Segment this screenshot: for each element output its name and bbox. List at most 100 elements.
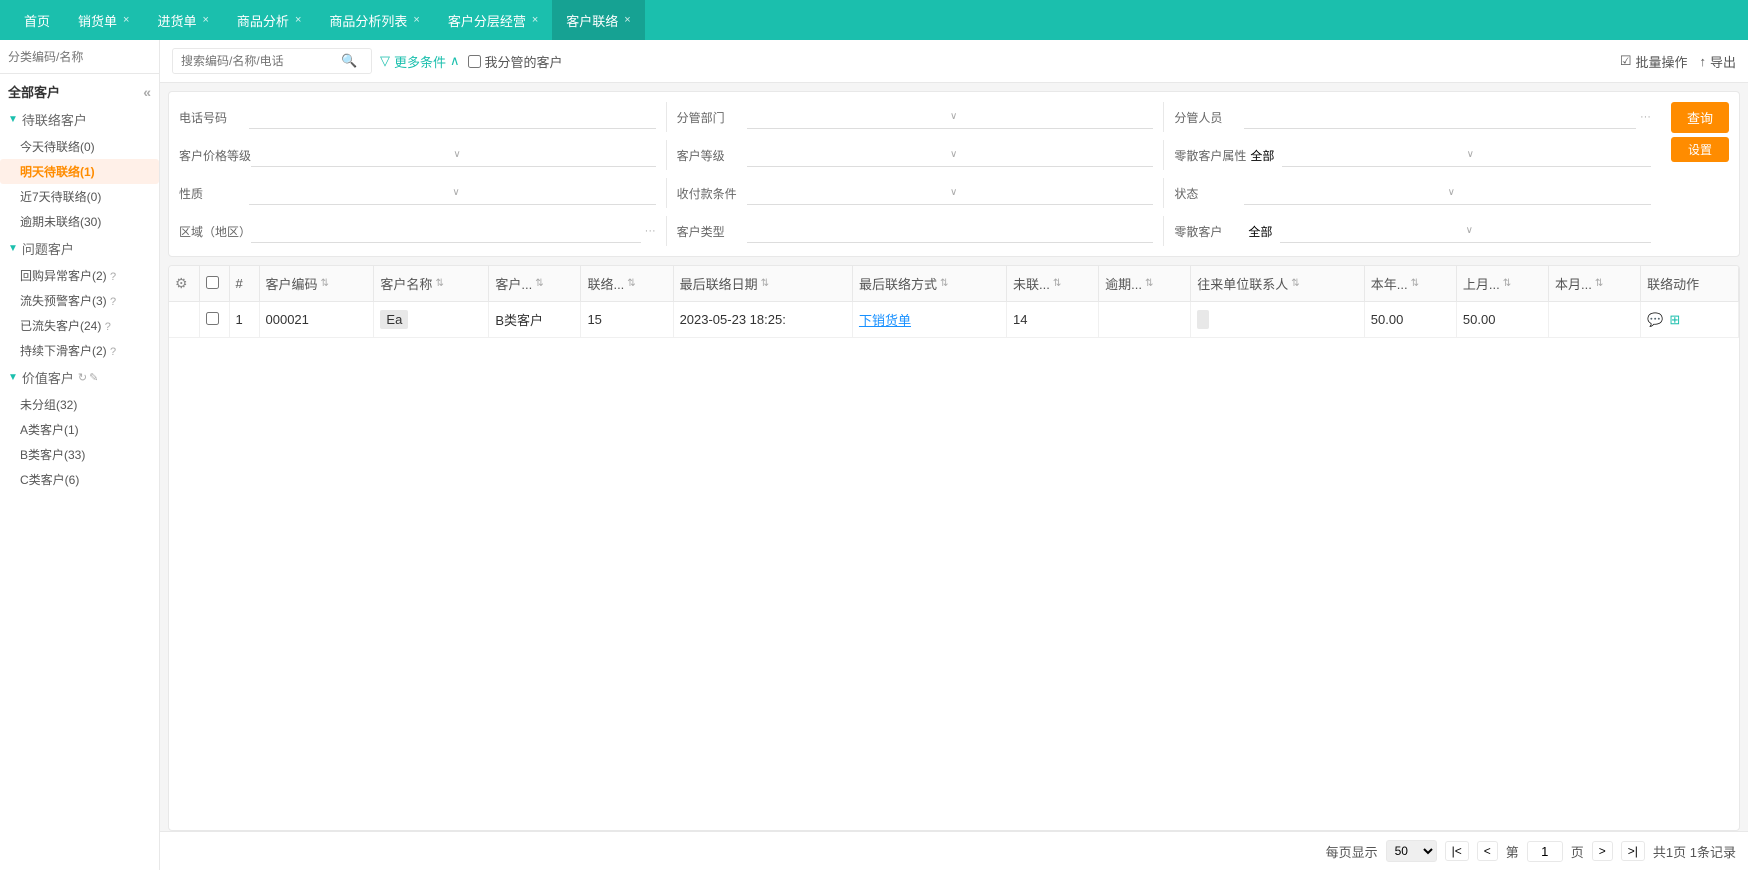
nav-product-analysis-list[interactable]: 商品分析列表 ×	[315, 0, 433, 40]
next-page-btn[interactable]: >	[1592, 841, 1613, 861]
filter-icon: ▽	[380, 53, 390, 69]
search-box[interactable]: 🔍	[172, 48, 372, 74]
edit-icon[interactable]: ✎	[89, 371, 98, 384]
filter-btn[interactable]: ▽ 更多条件 ∧	[380, 52, 460, 71]
nav-purchase-order[interactable]: 进货单 ×	[143, 0, 222, 40]
first-page-btn[interactable]: |<	[1445, 841, 1469, 861]
last-page-btn[interactable]: >|	[1621, 841, 1645, 861]
filter-customer-level-select[interactable]: ∨	[747, 143, 1154, 167]
col-overdue[interactable]: 逾期... ⇅	[1099, 266, 1191, 302]
arrow-icon: ▼	[8, 114, 18, 125]
select-all-checkbox[interactable]	[206, 276, 219, 289]
more-icon[interactable]: ···	[645, 225, 656, 237]
my-customers-checkbox-label[interactable]: 我分管的客户	[468, 52, 563, 71]
chevron-down-icon: ∨	[1466, 225, 1647, 236]
row-last-contact-method[interactable]: 下销货单	[852, 302, 1006, 338]
filter-dept-select[interactable]: ∨	[747, 105, 1154, 129]
col-contact[interactable]: 联络... ⇅	[581, 266, 673, 302]
filter-area-input[interactable]	[251, 219, 641, 243]
sidebar-search-box[interactable]: 🔍	[0, 40, 159, 74]
sidebar-group-problem-customers[interactable]: ▼ 问题客户	[0, 234, 159, 263]
filter-nature-select[interactable]: ∨	[249, 181, 656, 205]
sidebar-group-pending-contact[interactable]: ▼ 待联络客户	[0, 105, 159, 134]
row-select-checkbox[interactable]	[206, 312, 219, 325]
filter-retail-customer: 零散客户 全部 ∨	[1174, 219, 1651, 243]
filter-manager-input[interactable]	[1244, 105, 1636, 129]
sidebar-item-7days-pending[interactable]: 近7天待联络(0)	[0, 184, 159, 209]
sidebar-item-churned[interactable]: 已流失客户(24) ?	[0, 313, 159, 338]
row-action: 💬 ⊞	[1641, 302, 1739, 338]
refresh-icon[interactable]: ↻	[78, 371, 87, 384]
divider	[666, 140, 667, 170]
search-input[interactable]	[181, 54, 341, 68]
sidebar-item-class-c[interactable]: C类客户(6)	[0, 467, 159, 492]
sidebar-search-input[interactable]	[8, 50, 160, 64]
sidebar-item-repurchase-abnormal[interactable]: 回购异常客户(2) ?	[0, 263, 159, 288]
checkbox-icon: ☑	[1620, 53, 1632, 69]
table-container: ⚙ # 客户编码 ⇅ 客户名称 ⇅ 客户... ⇅	[168, 265, 1740, 831]
sidebar-item-today-pending[interactable]: 今天待联络(0)	[0, 134, 159, 159]
my-customers-checkbox[interactable]	[468, 55, 481, 68]
sidebar-item-class-a[interactable]: A类客户(1)	[0, 417, 159, 442]
sidebar-item-declining[interactable]: 持续下滑客户(2) ?	[0, 338, 159, 363]
filter-retail-attr-select[interactable]: ∨	[1282, 143, 1651, 167]
sidebar-item-tomorrow-pending[interactable]: 明天待联络(1)	[0, 159, 159, 184]
close-icon[interactable]: ×	[624, 14, 630, 26]
close-icon[interactable]: ×	[123, 14, 129, 26]
nav-product-analysis[interactable]: 商品分析 ×	[223, 0, 315, 40]
close-icon[interactable]: ×	[532, 14, 538, 26]
nav-customer-contact[interactable]: 客户联络 ×	[552, 0, 644, 40]
prev-page-btn[interactable]: <	[1477, 841, 1498, 861]
sort-icon: ⇅	[321, 278, 329, 289]
col-customer-name[interactable]: 客户名称 ⇅	[374, 266, 489, 302]
arrow-icon: ▼	[8, 372, 18, 383]
page-input[interactable]	[1527, 841, 1563, 862]
close-icon[interactable]: ×	[413, 14, 419, 26]
col-last-month[interactable]: 上月... ⇅	[1456, 266, 1548, 302]
more-icon[interactable]: ···	[1640, 111, 1651, 123]
export-btn[interactable]: ↑ 导出	[1699, 52, 1736, 71]
row-this-year: 50.00	[1364, 302, 1456, 338]
customer-table: ⚙ # 客户编码 ⇅ 客户名称 ⇅ 客户... ⇅	[169, 266, 1739, 338]
filter-price-level-select[interactable]: ∨	[251, 143, 656, 167]
filter-customer-type-select[interactable]	[747, 219, 1154, 243]
query-button[interactable]: 查询	[1671, 102, 1729, 133]
col-customer-type[interactable]: 客户... ⇅	[489, 266, 581, 302]
filter-phone-input[interactable]	[249, 105, 656, 129]
sidebar-item-unclassified[interactable]: 未分组(32)	[0, 392, 159, 417]
close-icon[interactable]: ×	[295, 14, 301, 26]
divider	[666, 102, 667, 132]
search-icon[interactable]: 🔍	[341, 53, 357, 69]
set-button[interactable]: 设置	[1671, 137, 1729, 162]
filter-retail-customer-select[interactable]: ∨	[1280, 219, 1651, 243]
contact-method-link[interactable]: 下销货单	[859, 313, 911, 328]
col-action: 联络动作	[1641, 266, 1739, 302]
filter-status-select[interactable]: ∨	[1244, 181, 1651, 205]
filter-payment-select[interactable]: ∨	[747, 181, 1154, 205]
col-last-contact-method[interactable]: 最后联络方式 ⇅	[852, 266, 1006, 302]
col-this-month[interactable]: 本月... ⇅	[1549, 266, 1641, 302]
sidebar-group-value-customers[interactable]: ▼ 价值客户 ↻ ✎	[0, 363, 159, 392]
col-customer-code[interactable]: 客户编码 ⇅	[259, 266, 374, 302]
close-icon[interactable]: ×	[202, 14, 208, 26]
qr-icon[interactable]: ⊞	[1669, 312, 1680, 328]
filter-retail-attr: 零散客户属性 全部 ∨	[1174, 143, 1651, 167]
nav-customer-tier[interactable]: 客户分层经营 ×	[434, 0, 552, 40]
row-checkbox[interactable]	[199, 302, 229, 338]
col-not-contacted[interactable]: 未联... ⇅	[1006, 266, 1098, 302]
col-this-year[interactable]: 本年... ⇅	[1364, 266, 1456, 302]
col-unit-contact[interactable]: 往来单位联系人 ⇅	[1191, 266, 1365, 302]
nav-home[interactable]: 首页	[10, 0, 64, 40]
comment-icon[interactable]: 💬	[1647, 312, 1663, 328]
sidebar-item-churn-warning[interactable]: 流失预警客户(3) ?	[0, 288, 159, 313]
toolbar-right: ☑ 批量操作 ↑ 导出	[1620, 52, 1736, 71]
row-last-contact-date: 2023-05-23 18:25:	[673, 302, 852, 338]
sidebar-item-overdue-pending[interactable]: 逾期未联络(30)	[0, 209, 159, 234]
nav-sales-order[interactable]: 销货单 ×	[64, 0, 143, 40]
collapse-icon[interactable]: «	[143, 84, 151, 100]
sidebar-item-class-b[interactable]: B类客户(33)	[0, 442, 159, 467]
col-last-contact-date[interactable]: 最后联络日期 ⇅	[673, 266, 852, 302]
batch-op-btn[interactable]: ☑ 批量操作	[1620, 52, 1688, 71]
per-page-select[interactable]: 50 10 20 100	[1386, 840, 1437, 862]
settings-icon[interactable]: ⚙	[175, 275, 188, 291]
